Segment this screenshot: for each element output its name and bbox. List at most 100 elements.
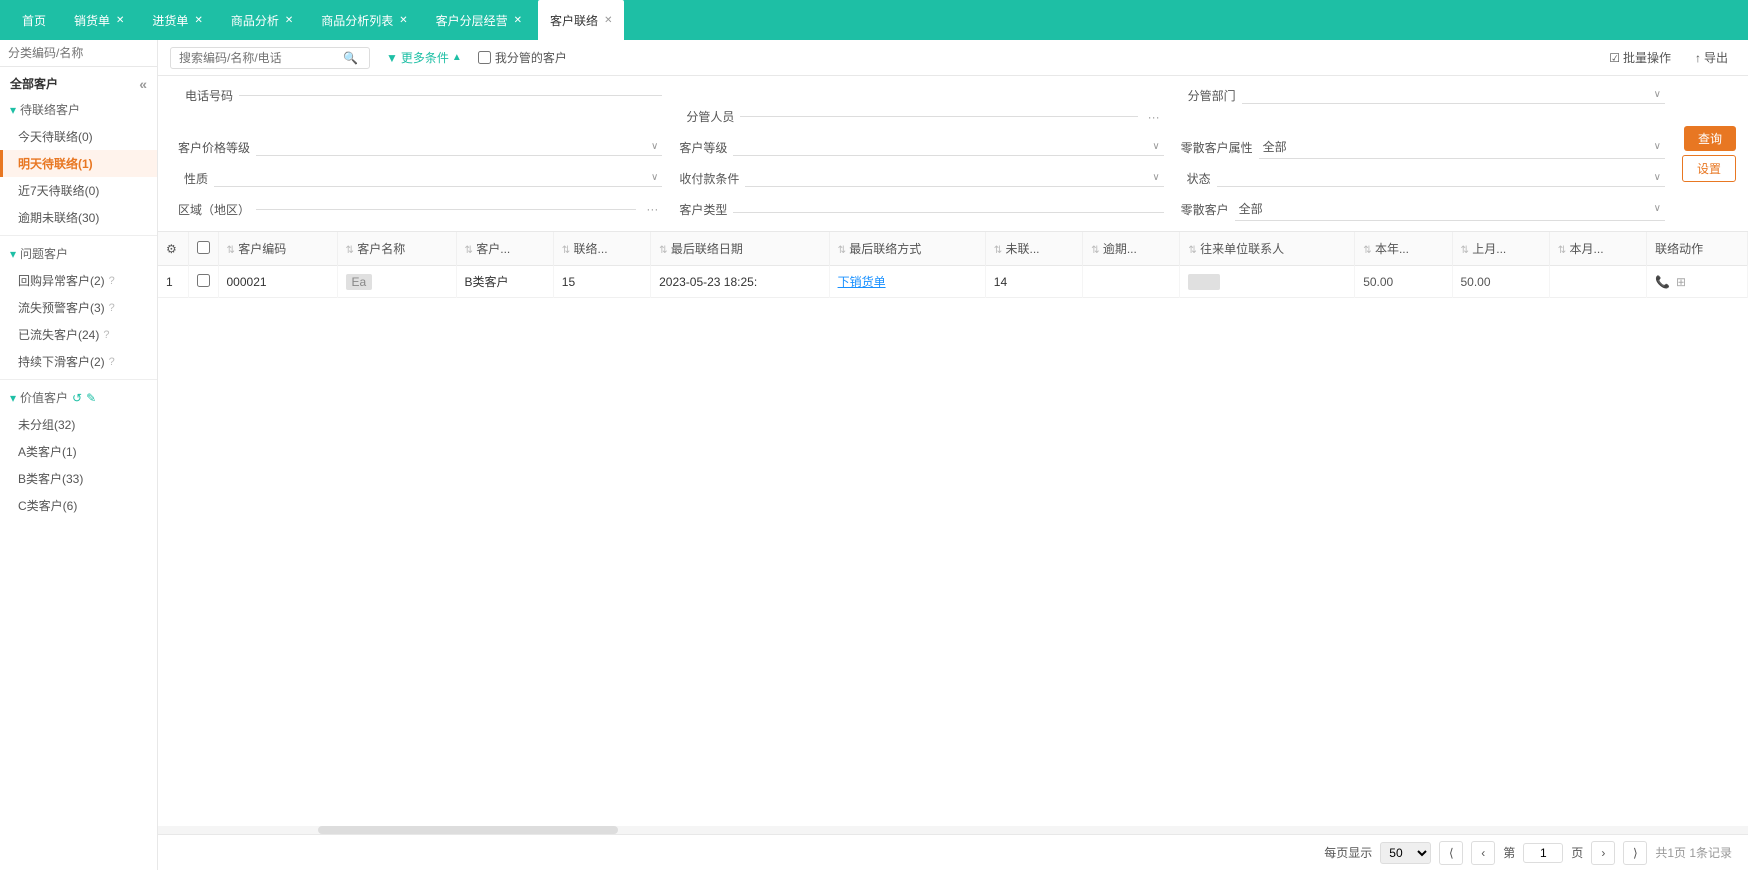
nav-sales-order[interactable]: 销货单 ✕ bbox=[62, 0, 136, 40]
td-this-year: 50.00 bbox=[1355, 266, 1452, 298]
th-code[interactable]: ⇅ 客户编码 bbox=[218, 232, 337, 266]
sort-icon-type: ⇅ bbox=[465, 245, 473, 256]
more-conditions-button[interactable]: ▼ 更多条件 ▲ bbox=[378, 46, 470, 69]
row-checkbox[interactable] bbox=[197, 274, 210, 287]
setting-button[interactable]: 设置 bbox=[1682, 155, 1736, 182]
th-contact-person[interactable]: ⇅ 往来单位联系人 bbox=[1180, 232, 1355, 266]
manager-more-icon[interactable]: ··· bbox=[1144, 110, 1164, 124]
sidebar-item-abnormal[interactable]: 回购异常客户(2) ? bbox=[0, 267, 157, 294]
page-size-select[interactable]: 50 100 200 bbox=[1380, 842, 1431, 864]
nature-chevron-icon: ∨ bbox=[651, 172, 658, 183]
th-overdue[interactable]: ⇅ 逾期... bbox=[1083, 232, 1180, 266]
sidebar-item-tomorrow[interactable]: 明天待联络(1) bbox=[0, 150, 157, 177]
td-last-method[interactable]: 下销货单 bbox=[829, 266, 985, 298]
th-type[interactable]: ⇅ 客户... bbox=[456, 232, 553, 266]
nav-close-product-analysis-list[interactable]: ✕ bbox=[399, 15, 407, 26]
th-last-method[interactable]: ⇅ 最后联络方式 bbox=[829, 232, 985, 266]
sidebar-item-class-b[interactable]: B类客户(33) bbox=[0, 465, 157, 492]
nav-close-sales-order[interactable]: ✕ bbox=[116, 15, 124, 26]
sidebar-divider-1 bbox=[0, 235, 157, 236]
sidebar-item-class-c[interactable]: C类客户(6) bbox=[0, 492, 157, 519]
nav-customer-tier[interactable]: 客户分层经营 ✕ bbox=[424, 0, 534, 40]
edit-icon[interactable]: ✎ bbox=[86, 391, 96, 405]
nav-close-customer-contact[interactable]: ✕ bbox=[604, 15, 612, 26]
th-this-month[interactable]: ⇅ 本月... bbox=[1549, 232, 1646, 266]
th-actions: 联络动作 bbox=[1647, 232, 1748, 266]
td-contact-person bbox=[1180, 266, 1355, 298]
sort-icon-this-month: ⇅ bbox=[1558, 245, 1566, 256]
page-total: 共1页 1条记录 bbox=[1655, 844, 1732, 861]
sidebar-item-overdue[interactable]: 逾期未联络(30) bbox=[0, 204, 157, 231]
td-this-month bbox=[1549, 266, 1646, 298]
checkbox-icon: ☑ bbox=[1609, 51, 1620, 65]
action-more-icon[interactable]: ⊞ bbox=[1676, 275, 1686, 289]
nav-product-analysis[interactable]: 商品分析 ✕ bbox=[219, 0, 305, 40]
sidebar-item-class-a[interactable]: A类客户(1) bbox=[0, 438, 157, 465]
nav-close-purchase-order[interactable]: ✕ bbox=[194, 15, 202, 26]
refresh-icon[interactable]: ↺ bbox=[72, 391, 82, 405]
first-page-button[interactable]: ⟨ bbox=[1439, 841, 1463, 865]
filter-search-input[interactable] bbox=[179, 51, 339, 65]
sidebar-item-declining[interactable]: 持续下滑客户(2) ? bbox=[0, 348, 157, 375]
sort-icon-overdue: ⇅ bbox=[1091, 245, 1099, 256]
th-this-year[interactable]: ⇅ 本年... bbox=[1355, 232, 1452, 266]
sidebar-item-ungrouped[interactable]: 未分组(32) bbox=[0, 411, 157, 438]
prev-page-button[interactable]: ‹ bbox=[1471, 841, 1495, 865]
nav-close-product-analysis[interactable]: ✕ bbox=[285, 15, 293, 26]
td-contact-count: 15 bbox=[553, 266, 650, 298]
collapse-icon[interactable]: « bbox=[139, 76, 147, 92]
problem-customers-group[interactable]: 问题客户 bbox=[0, 240, 157, 267]
scrollbar-thumb[interactable] bbox=[318, 826, 618, 834]
sidebar-item-7days[interactable]: 近7天待联络(0) bbox=[0, 177, 157, 204]
export-button[interactable]: ↑ 导出 bbox=[1687, 46, 1736, 69]
th-not-contacted[interactable]: ⇅ 未联... bbox=[985, 232, 1082, 266]
sidebar-search-input[interactable] bbox=[8, 46, 158, 60]
next-page-button[interactable]: › bbox=[1591, 841, 1615, 865]
th-name[interactable]: ⇅ 客户名称 bbox=[337, 232, 456, 266]
action-icons: 📞 ⊞ bbox=[1655, 275, 1739, 289]
region-more-icon[interactable]: ··· bbox=[642, 202, 662, 216]
th-last-date[interactable]: ⇅ 最后联络日期 bbox=[651, 232, 829, 266]
sidebar-item-today[interactable]: 今天待联络(0) bbox=[0, 123, 157, 150]
help-icon-declining[interactable]: ? bbox=[109, 356, 115, 368]
sidebar-divider-2 bbox=[0, 379, 157, 380]
nav-purchase-order[interactable]: 进货单 ✕ bbox=[140, 0, 214, 40]
value-customers-group[interactable]: 价值客户 ↺ ✎ bbox=[0, 384, 157, 411]
help-icon-churn-warning[interactable]: ? bbox=[109, 302, 115, 314]
th-contact-count[interactable]: ⇅ 联络... bbox=[553, 232, 650, 266]
query-button[interactable]: 查询 bbox=[1684, 126, 1736, 151]
th-checkbox[interactable] bbox=[188, 232, 218, 266]
th-last-month[interactable]: ⇅ 上月... bbox=[1452, 232, 1549, 266]
contact-person-masked bbox=[1188, 274, 1220, 290]
nav-customer-contact[interactable]: 客户联络 ✕ bbox=[538, 0, 624, 40]
filter-icon: ▼ bbox=[386, 51, 398, 65]
action-phone-icon[interactable]: 📞 bbox=[1655, 275, 1670, 289]
batch-operation-button[interactable]: ☑ 批量操作 bbox=[1601, 46, 1679, 69]
horizontal-scrollbar[interactable] bbox=[158, 826, 1748, 834]
my-customers-filter[interactable]: 我分管的客户 bbox=[478, 49, 567, 66]
last-page-button[interactable]: ⟩ bbox=[1623, 841, 1647, 865]
filter-scattered-customer: 零散客户 全部 ∨ bbox=[1173, 195, 1674, 223]
help-icon-churned[interactable]: ? bbox=[103, 329, 109, 341]
sidebar-item-churned[interactable]: 已流失客户(24) ? bbox=[0, 321, 157, 348]
page-number-input[interactable] bbox=[1523, 843, 1563, 863]
help-icon-abnormal[interactable]: ? bbox=[109, 275, 115, 287]
last-method-link[interactable]: 下销货单 bbox=[838, 275, 886, 289]
my-customers-checkbox[interactable] bbox=[478, 51, 491, 64]
th-settings[interactable]: ⚙ bbox=[158, 232, 188, 266]
filter-region: 区域（地区） ··· bbox=[170, 199, 671, 220]
td-checkbox[interactable] bbox=[188, 266, 218, 298]
settings-icon[interactable]: ⚙ bbox=[166, 242, 177, 256]
td-code: 000021 bbox=[218, 266, 337, 298]
nav-close-customer-tier[interactable]: ✕ bbox=[514, 15, 522, 26]
pagination-bar: 每页显示 50 100 200 ⟨ ‹ 第 页 › ⟩ 共1页 1条记录 bbox=[158, 834, 1748, 870]
filter-action-buttons: 查询 设置 bbox=[1674, 84, 1736, 223]
td-last-date: 2023-05-23 18:25: bbox=[651, 266, 829, 298]
pending-customers-group[interactable]: 待联络客户 bbox=[0, 96, 157, 123]
nav-home[interactable]: 首页 bbox=[10, 0, 58, 40]
customer-table: ⚙ ⇅ 客户编码 ⇅ 客户名称 bbox=[158, 232, 1748, 298]
select-all-checkbox[interactable] bbox=[197, 241, 210, 254]
nav-product-analysis-list[interactable]: 商品分析列表 ✕ bbox=[309, 0, 419, 40]
sidebar-item-churn-warning[interactable]: 流失预警客户(3) ? bbox=[0, 294, 157, 321]
filter-search-icon[interactable]: 🔍 bbox=[343, 51, 358, 65]
